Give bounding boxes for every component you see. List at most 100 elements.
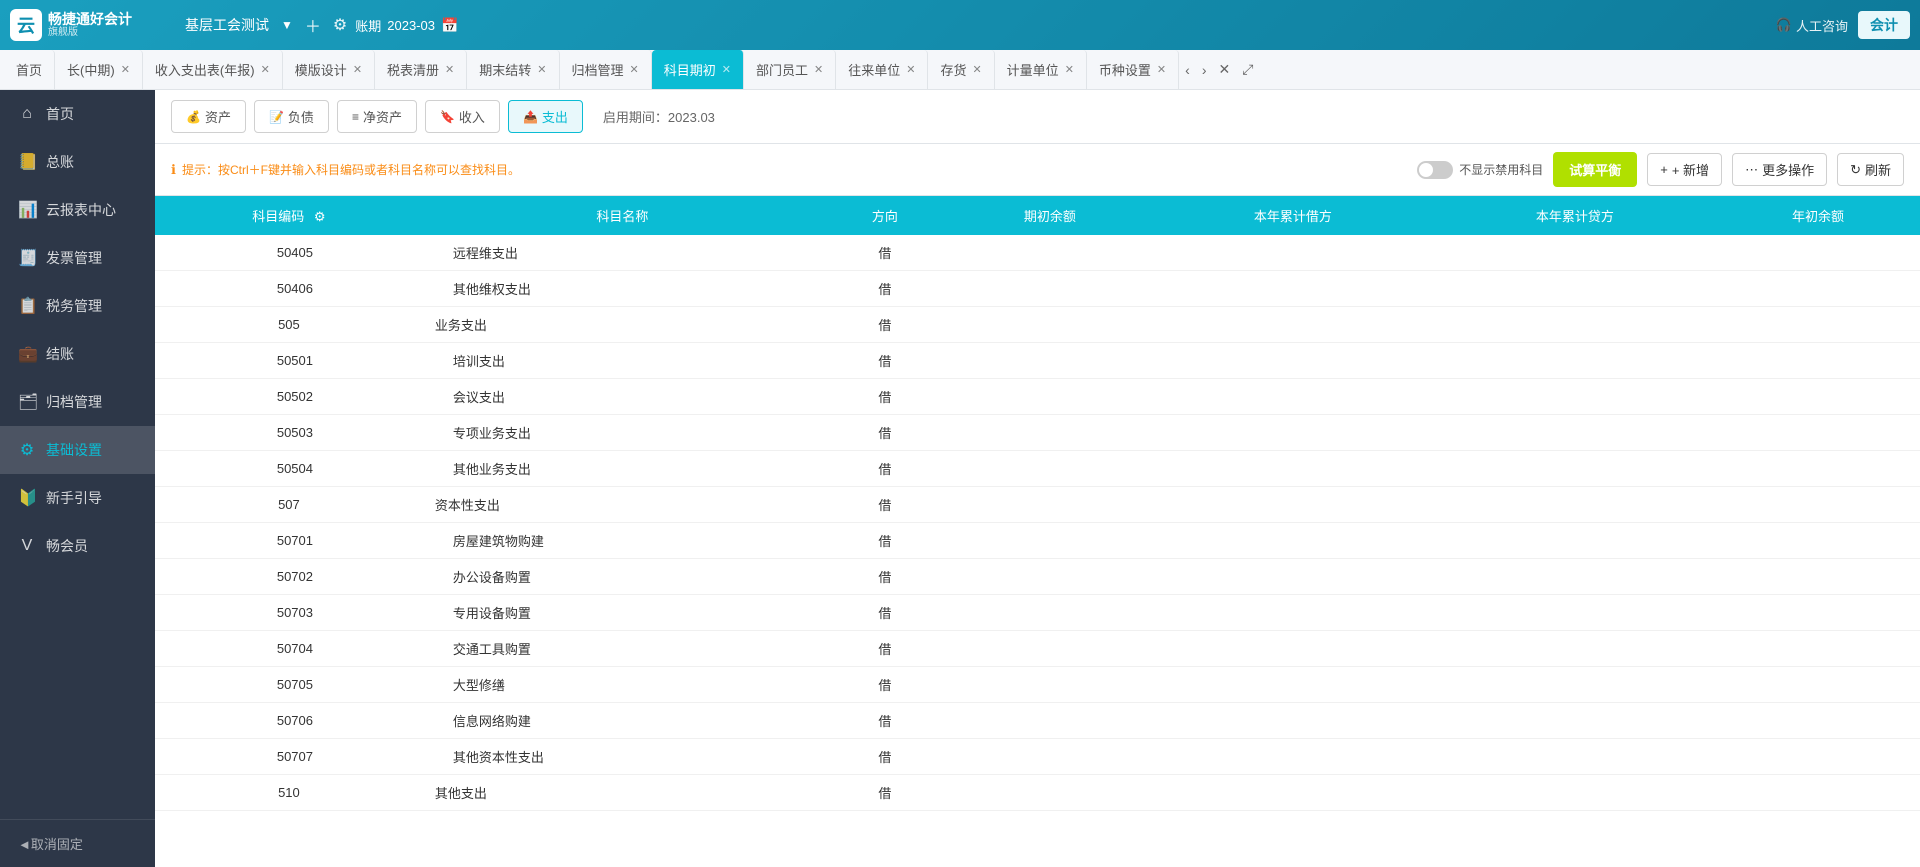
sub-tab-net-asset[interactable]: ≡ 净资产 (337, 100, 417, 133)
home-icon: ⌂ (18, 105, 36, 123)
sub-tab-income[interactable]: 🔖 收入 (425, 100, 500, 133)
tab-archive[interactable]: 归档管理 ✕ (560, 50, 652, 89)
cell-ytd-debit (1152, 739, 1434, 775)
table-row[interactable]: 510 其他支出 借 (155, 775, 1920, 811)
calendar-icon[interactable]: 📅 (441, 17, 458, 34)
cell-ytd-debit (1152, 631, 1434, 667)
tab-period-close[interactable]: 期末结转 ✕ (467, 50, 559, 89)
table-row[interactable]: 50406 其他维权支出 借 (155, 271, 1920, 307)
table-row[interactable]: 50502 会议支出 借 (155, 379, 1920, 415)
cell-code: 507 (155, 487, 423, 523)
sidebar-item-member[interactable]: V 畅会员 (0, 522, 155, 570)
tab-close-all-icon[interactable]: ✕ (1212, 57, 1236, 82)
sidebar-item-invoice[interactable]: 🧾 发票管理 (0, 234, 155, 282)
table-row[interactable]: 50706 信息网络购建 借 (155, 703, 1920, 739)
close-icon[interactable]: ✕ (1065, 63, 1074, 76)
sidebar-item-reports[interactable]: 📊 云报表中心 (0, 186, 155, 234)
cell-code: 50406 (155, 271, 423, 307)
guide-icon: 🔰 (18, 488, 36, 508)
table-row[interactable]: 507 资本性支出 借 (155, 487, 1920, 523)
close-icon[interactable]: ✕ (1157, 63, 1166, 76)
sidebar-item-ledger[interactable]: 📒 总账 (0, 138, 155, 186)
cell-code: 50704 (155, 631, 423, 667)
table-row[interactable]: 50702 办公设备购置 借 (155, 559, 1920, 595)
cell-ytd-debit (1152, 703, 1434, 739)
cell-name: 业务支出 (423, 307, 822, 343)
close-icon[interactable]: ✕ (121, 63, 130, 76)
cell-name: 其他支出 (423, 775, 822, 811)
cell-ytd-debit (1152, 451, 1434, 487)
cell-direction: 借 (822, 307, 948, 343)
help-button[interactable]: 🎧 人工咨询 (1776, 16, 1848, 35)
table-row[interactable]: 50703 专用设备购置 借 (155, 595, 1920, 631)
cell-direction: 借 (822, 451, 948, 487)
table-row[interactable]: 50701 房屋建筑物购建 借 (155, 523, 1920, 559)
sidebar: ⌂ 首页 📒 总账 📊 云报表中心 🧾 发票管理 📋 税务管理 💼 结账 🗂 归… (0, 90, 155, 867)
add-new-button[interactable]: + + 新增 (1647, 153, 1722, 186)
tab-dept-staff[interactable]: 部门员工 ✕ (744, 50, 836, 89)
table-header-row: 科目编码 ⚙ 科目名称 方向 期初余额 本年累计借方 (155, 196, 1920, 235)
sub-tab-asset[interactable]: 💰 资产 (171, 100, 246, 133)
sidebar-item-tax[interactable]: 📋 税务管理 (0, 282, 155, 330)
tab-next-icon[interactable]: › (1196, 58, 1213, 82)
cell-code: 505 (155, 307, 423, 343)
close-icon[interactable]: ✕ (722, 63, 731, 76)
close-icon[interactable]: ✕ (353, 63, 362, 76)
cell-name: 资本性支出 (423, 487, 822, 523)
refresh-button[interactable]: ↻ 刷新 (1837, 153, 1904, 186)
table-row[interactable]: 50405 远程维支出 借 (155, 235, 1920, 271)
close-icon[interactable]: ✕ (814, 63, 823, 76)
tab-currency[interactable]: 币种设置 ✕ (1087, 50, 1179, 89)
settings-icon[interactable]: ⚙ (333, 15, 347, 35)
tab-annual-report[interactable]: 收入支出表(年报) ✕ (143, 50, 283, 89)
tab-prev-icon[interactable]: ‹ (1179, 58, 1196, 82)
table-row[interactable]: 50707 其他资本性支出 借 (155, 739, 1920, 775)
tab-home[interactable]: 首页 (4, 50, 55, 89)
balance-button[interactable]: 试算平衡 (1553, 152, 1637, 187)
table-row[interactable]: 505 业务支出 借 (155, 307, 1920, 343)
cell-name: 专项业务支出 (423, 415, 822, 451)
sidebar-item-settings[interactable]: ⚙ 基础设置 (0, 426, 155, 474)
account-button[interactable]: 会计 (1858, 11, 1910, 39)
add-org-button[interactable]: ＋ (305, 13, 321, 37)
tab-inventory[interactable]: 存货 ✕ (928, 50, 994, 89)
cell-name: 会议支出 (423, 379, 822, 415)
tab-tax-form[interactable]: 税表清册 ✕ (375, 50, 467, 89)
close-icon[interactable]: ✕ (972, 63, 981, 76)
sidebar-item-archive[interactable]: 🗂 归档管理 (0, 378, 155, 426)
table-row[interactable]: 50704 交通工具购置 借 (155, 631, 1920, 667)
close-icon[interactable]: ✕ (630, 63, 639, 76)
close-icon[interactable]: ✕ (906, 63, 915, 76)
table-row[interactable]: 50504 其他业务支出 借 (155, 451, 1920, 487)
more-ops-button[interactable]: ⋯ 更多操作 (1732, 153, 1827, 186)
sidebar-collapse-button[interactable]: ◄取消固定 (0, 819, 155, 867)
tab-template[interactable]: 模版设计 ✕ (283, 50, 375, 89)
cell-code: 50703 (155, 595, 423, 631)
sidebar-item-home[interactable]: ⌂ 首页 (0, 90, 155, 138)
cell-direction: 借 (822, 343, 948, 379)
sidebar-item-settlement[interactable]: 💼 结账 (0, 330, 155, 378)
table-row[interactable]: 50705 大型修缮 借 (155, 667, 1920, 703)
hint-text: 提示：按Ctrl＋F键并输入科目编码或者科目名称可以查找科目。 (182, 161, 520, 178)
sub-tab-liability[interactable]: 📝 负债 (254, 100, 329, 133)
tab-counterpart[interactable]: 往来单位 ✕ (836, 50, 928, 89)
settings-col-icon[interactable]: ⚙ (314, 209, 326, 224)
disable-subject-toggle[interactable] (1417, 161, 1453, 179)
close-icon[interactable]: ✕ (537, 63, 546, 76)
table-row[interactable]: 50503 专项业务支出 借 (155, 415, 1920, 451)
cell-year-initial (1716, 487, 1920, 523)
cell-year-initial (1716, 523, 1920, 559)
org-dropdown-icon[interactable]: ▼ (281, 18, 293, 32)
tab-unit[interactable]: 计量单位 ✕ (995, 50, 1087, 89)
tab-midterm[interactable]: 长(中期) ✕ (55, 50, 143, 89)
close-icon[interactable]: ✕ (445, 63, 454, 76)
sidebar-item-guide[interactable]: 🔰 新手引导 (0, 474, 155, 522)
table-row[interactable]: 50501 培训支出 借 (155, 343, 1920, 379)
cell-ytd-credit (1434, 703, 1716, 739)
close-icon[interactable]: ✕ (261, 63, 270, 76)
tab-subject-initial[interactable]: 科目期初 ✕ (652, 50, 744, 89)
tab-expand-icon[interactable]: ⤢ (1236, 57, 1259, 82)
sub-tab-expense[interactable]: 📤 支出 (508, 100, 583, 133)
cell-ytd-credit (1434, 739, 1716, 775)
cell-year-initial (1716, 559, 1920, 595)
